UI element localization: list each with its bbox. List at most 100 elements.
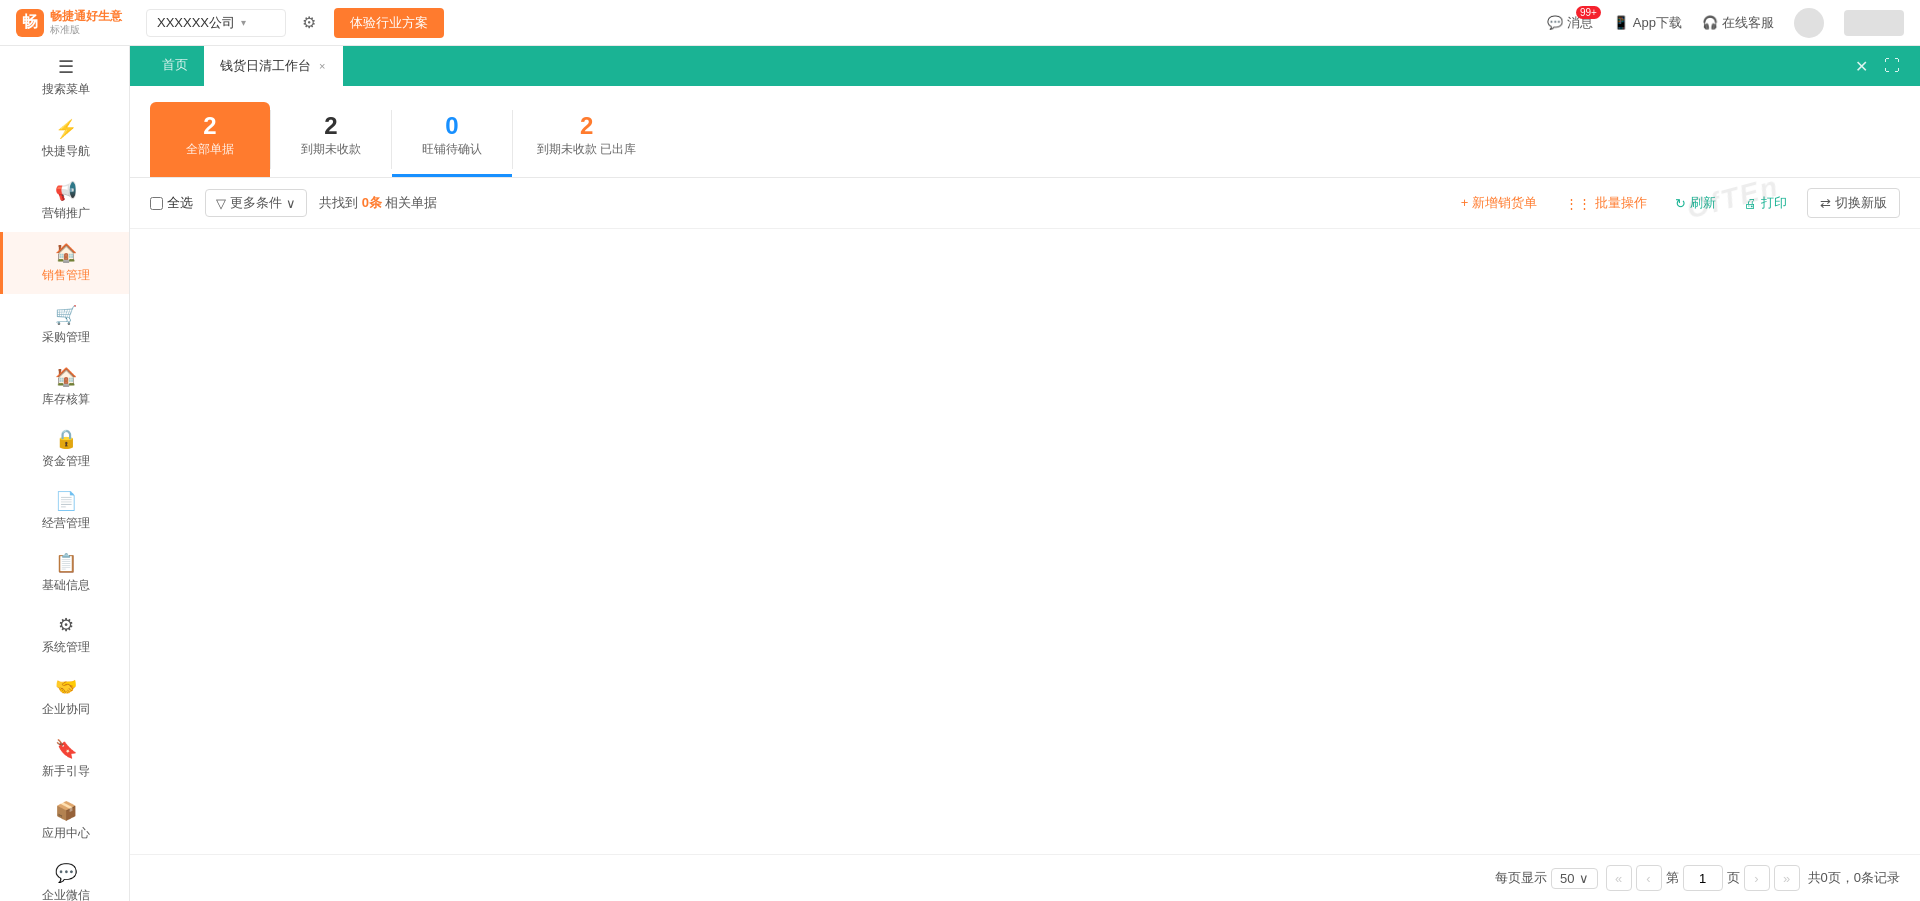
settings-icon[interactable]: ⚙ [294, 8, 324, 38]
page-size-value: 50 [1560, 871, 1574, 886]
sidebar-item-enterprise-wechat[interactable]: 💬 企业微信 [0, 852, 129, 901]
purchase-icon: 🛒 [55, 304, 77, 326]
stat-overdue-unpaid[interactable]: 2 到期未收款 [271, 102, 391, 177]
print-button[interactable]: 🖨 打印 [1736, 190, 1795, 216]
select-all-text: 全选 [167, 194, 193, 212]
main-content: 首页 钱货日清工作台 × ✕ ⛶ 2 全部单据 2 [130, 46, 1920, 901]
select-all-checkbox[interactable] [150, 197, 163, 210]
tab-bar: 首页 钱货日清工作台 × ✕ ⛶ [130, 46, 1920, 86]
app-body: ☰ 搜索菜单 ⚡ 快捷导航 📢 营销推广 🏠 销售管理 🛒 采购管理 🏠 库存核… [0, 46, 1920, 901]
tab-home-label: 首页 [162, 56, 188, 74]
company-selector[interactable]: XXXXXX公司 ▾ [146, 9, 286, 37]
stat-overdue-unshipped[interactable]: 2 到期未收款 已出库 [513, 102, 660, 177]
sidebar-item-basic-info[interactable]: 📋 基础信息 [0, 542, 129, 604]
total-records: 共0页，0条记录 [1808, 869, 1900, 887]
tab-restore-icon[interactable]: ✕ [1851, 53, 1872, 80]
first-page-button[interactable]: « [1606, 865, 1632, 891]
print-text: 打印 [1761, 194, 1787, 212]
prev-page-button[interactable]: ‹ [1636, 865, 1662, 891]
enterprise-coop-icon: 🤝 [55, 676, 77, 698]
app-download-icon: 📱 [1613, 15, 1629, 30]
stat-overdue-unshipped-label: 到期未收款 已出库 [537, 141, 636, 166]
pagination-bar: 每页显示 50 ∨ « ‹ 第 页 › » 共0页，0条记录 [130, 854, 1920, 901]
app-download-action[interactable]: 📱 App下载 [1613, 14, 1682, 32]
sidebar-item-finance[interactable]: 🔒 资金管理 [0, 418, 129, 480]
stat-all[interactable]: 2 全部单据 [150, 102, 270, 177]
headset-icon: 🎧 [1702, 15, 1718, 30]
sidebar: ☰ 搜索菜单 ⚡ 快捷导航 📢 营销推广 🏠 销售管理 🛒 采购管理 🏠 库存核… [0, 46, 130, 901]
sidebar-item-marketing[interactable]: 📢 营销推广 [0, 170, 129, 232]
tab-home[interactable]: 首页 [146, 46, 204, 86]
sidebar-label-sales: 销售管理 [42, 267, 90, 284]
stat-all-label: 全部单据 [174, 141, 246, 166]
finance-icon: 🔒 [55, 428, 77, 450]
sidebar-label-enterprise-wechat: 企业微信 [42, 887, 90, 901]
page-size-chevron: ∨ [1579, 871, 1589, 886]
page-size-dropdown[interactable]: 50 ∨ [1551, 868, 1597, 889]
last-page-button[interactable]: » [1774, 865, 1800, 891]
sidebar-item-enterprise-coop[interactable]: 🤝 企业协同 [0, 666, 129, 728]
page-label: 第 [1666, 869, 1679, 887]
more-filters-button[interactable]: ▽ 更多条件 ∨ [205, 189, 307, 217]
stat-wangpu-confirm[interactable]: 0 旺铺待确认 [392, 102, 512, 177]
avatar[interactable] [1794, 8, 1824, 38]
marketing-icon: 📢 [55, 180, 77, 202]
messages-action[interactable]: 💬 消息 99+ [1547, 14, 1593, 32]
logo-subtitle: 标准版 [50, 24, 122, 36]
refresh-text: 刷新 [1690, 194, 1716, 212]
online-service-action[interactable]: 🎧 在线客服 [1702, 14, 1774, 32]
add-sale-button[interactable]: + 新增销货单 [1453, 190, 1545, 216]
sidebar-item-quick-nav[interactable]: ⚡ 快捷导航 [0, 108, 129, 170]
table-area [130, 229, 1920, 854]
more-filters-text: 更多条件 [230, 194, 282, 212]
tab-workbench[interactable]: 钱货日清工作台 × [204, 46, 343, 86]
batch-ops-icon: ⋮⋮ [1565, 196, 1591, 211]
messages-badge: 99+ [1576, 6, 1601, 19]
logo-title: 畅捷通好生意 [50, 9, 122, 23]
switch-version-text: 切换新版 [1835, 194, 1887, 212]
stat-wangpu-confirm-label: 旺铺待确认 [416, 141, 488, 166]
sales-icon: 🏠 [55, 242, 77, 264]
guide-icon: 🔖 [55, 738, 77, 760]
system-icon: ⚙ [58, 614, 74, 636]
sidebar-item-search-menu[interactable]: ☰ 搜索菜单 [0, 46, 129, 108]
refresh-button[interactable]: ↻ 刷新 [1667, 190, 1724, 216]
sidebar-item-purchase[interactable]: 🛒 采购管理 [0, 294, 129, 356]
content-area: 2 全部单据 2 到期未收款 0 旺铺待确认 2 到期未收款 已出库 [130, 86, 1920, 901]
stat-overdue-unpaid-label: 到期未收款 [295, 141, 367, 166]
sidebar-item-inventory[interactable]: 🏠 库存核算 [0, 356, 129, 418]
tab-close-icon[interactable]: × [317, 58, 327, 74]
sidebar-label-app-center: 应用中心 [42, 825, 90, 842]
sidebar-label-marketing: 营销推广 [42, 205, 90, 222]
stat-all-number: 2 [174, 110, 246, 141]
sidebar-label-inventory: 库存核算 [42, 391, 90, 408]
basic-info-icon: 📋 [55, 552, 77, 574]
sidebar-label-search-menu: 搜索菜单 [42, 81, 90, 98]
select-all-label[interactable]: 全选 [150, 194, 193, 212]
chevron-down-icon: ▾ [241, 17, 246, 28]
sidebar-item-app-center[interactable]: 📦 应用中心 [0, 790, 129, 852]
stat-overdue-unpaid-number: 2 [295, 110, 367, 141]
toolbar: 全选 ▽ 更多条件 ∨ 共找到 0条 相关单据 + 新增销货单 ⋮⋮ 批量操作 [130, 178, 1920, 229]
next-page-button[interactable]: › [1744, 865, 1770, 891]
tab-fullscreen-icon[interactable]: ⛶ [1880, 53, 1904, 80]
experience-button[interactable]: 体验行业方案 [334, 8, 444, 38]
stats-bar: 2 全部单据 2 到期未收款 0 旺铺待确认 2 到期未收款 已出库 [130, 86, 1920, 178]
sidebar-label-operations: 经营管理 [42, 515, 90, 532]
app-center-icon: 📦 [55, 800, 77, 822]
sidebar-item-operations[interactable]: 📄 经营管理 [0, 480, 129, 542]
user-name-placeholder[interactable] [1844, 10, 1904, 36]
sidebar-item-system[interactable]: ⚙ 系统管理 [0, 604, 129, 666]
batch-ops-button[interactable]: ⋮⋮ 批量操作 [1557, 190, 1655, 216]
search-menu-icon: ☰ [58, 56, 74, 78]
sidebar-item-guide[interactable]: 🔖 新手引导 [0, 728, 129, 790]
sidebar-label-basic-info: 基础信息 [42, 577, 90, 594]
page-number-input[interactable] [1683, 865, 1723, 891]
sidebar-item-sales[interactable]: 🏠 销售管理 [0, 232, 129, 294]
sidebar-label-enterprise-coop: 企业协同 [42, 701, 90, 718]
operations-icon: 📄 [55, 490, 77, 512]
found-text: 共找到 0条 相关单据 [319, 194, 437, 212]
per-page-label: 每页显示 [1495, 869, 1547, 887]
switch-version-button[interactable]: ⇄ 切换新版 [1807, 188, 1900, 218]
sidebar-label-system: 系统管理 [42, 639, 90, 656]
